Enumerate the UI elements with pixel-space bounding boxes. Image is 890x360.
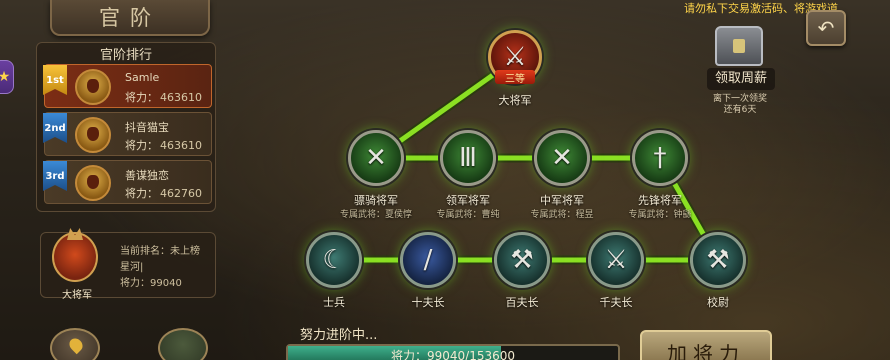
add-power-button[interactable]: 加将力 [640, 330, 772, 360]
rank-node-general-1[interactable]: ✕ [348, 130, 404, 186]
rank-label-hundred-captain: 百夫长 [505, 296, 539, 309]
hero-name: 钟繇 [673, 210, 692, 220]
rank-node-general-4[interactable]: † [632, 130, 688, 186]
rank-hero-general-1: 专属武将：夏侯惇 [326, 207, 426, 220]
rank-hero-general-3: 专属武将：程昱 [512, 207, 612, 220]
sickle-icon: ☾ [322, 245, 346, 275]
rank-hero-general-4: 专属武将：钟繇 [610, 207, 710, 220]
hero-prefix: 专属武将： [628, 210, 674, 220]
rank-label-thousand-captain: 千夫长 [599, 296, 633, 309]
rank-node-hundred-captain[interactable]: ⚒ [494, 232, 550, 288]
rank-hero-general-2: 专属武将：曹纯 [418, 207, 518, 220]
rank-node-thousand-captain[interactable]: ⚔ [588, 232, 644, 288]
crossed-swords-icon: ✕ [365, 143, 387, 173]
rank-label-ten-captain: 十夫长 [411, 296, 445, 309]
hero-prefix: 专属武将： [436, 210, 482, 220]
progress-caption: 努力进阶中... [300, 328, 378, 343]
triple-swords-icon: Ⅲ [459, 143, 477, 173]
rank-node-colonel[interactable]: ⚒ [690, 232, 746, 288]
spear-icon: / [423, 245, 433, 275]
rank-label-grand-general: 大将军 [498, 94, 532, 107]
progress-bar: 将力：99040/153600 [286, 344, 620, 360]
hero-name: 曹纯 [481, 210, 500, 220]
rank-label-soldier: 士兵 [323, 296, 345, 309]
rank-label-general-3: 中军将军 [540, 194, 584, 207]
rank-label-colonel: 校尉 [707, 296, 729, 309]
rank-label-general-4: 先锋将军 [638, 194, 682, 207]
hero-name: 程昱 [575, 210, 594, 220]
rank-node-general-3[interactable]: ✕ [534, 130, 590, 186]
crossed-blades-icon: ✕ [551, 143, 573, 173]
axe-icon: ⚒ [706, 245, 730, 275]
hero-name: 夏侯惇 [385, 210, 413, 220]
single-sword-icon: † [653, 143, 667, 173]
rank-node-soldier[interactable]: ☾ [306, 232, 362, 288]
halberd-icon: ⚒ [510, 245, 534, 275]
rank-tier-badge: 三等 [495, 70, 535, 85]
rank-label-general-2: 领军将军 [446, 194, 490, 207]
hero-prefix: 专属武将： [339, 210, 385, 220]
rank-node-ten-captain[interactable]: / [400, 232, 456, 288]
rank-label-general-1: 骠骑将军 [354, 194, 398, 207]
rank-node-general-2[interactable]: Ⅲ [440, 130, 496, 186]
hero-prefix: 专属武将： [530, 210, 576, 220]
broadsword-icon: ⚔ [604, 245, 628, 275]
progress-text: 将力：99040/153600 [390, 349, 516, 360]
